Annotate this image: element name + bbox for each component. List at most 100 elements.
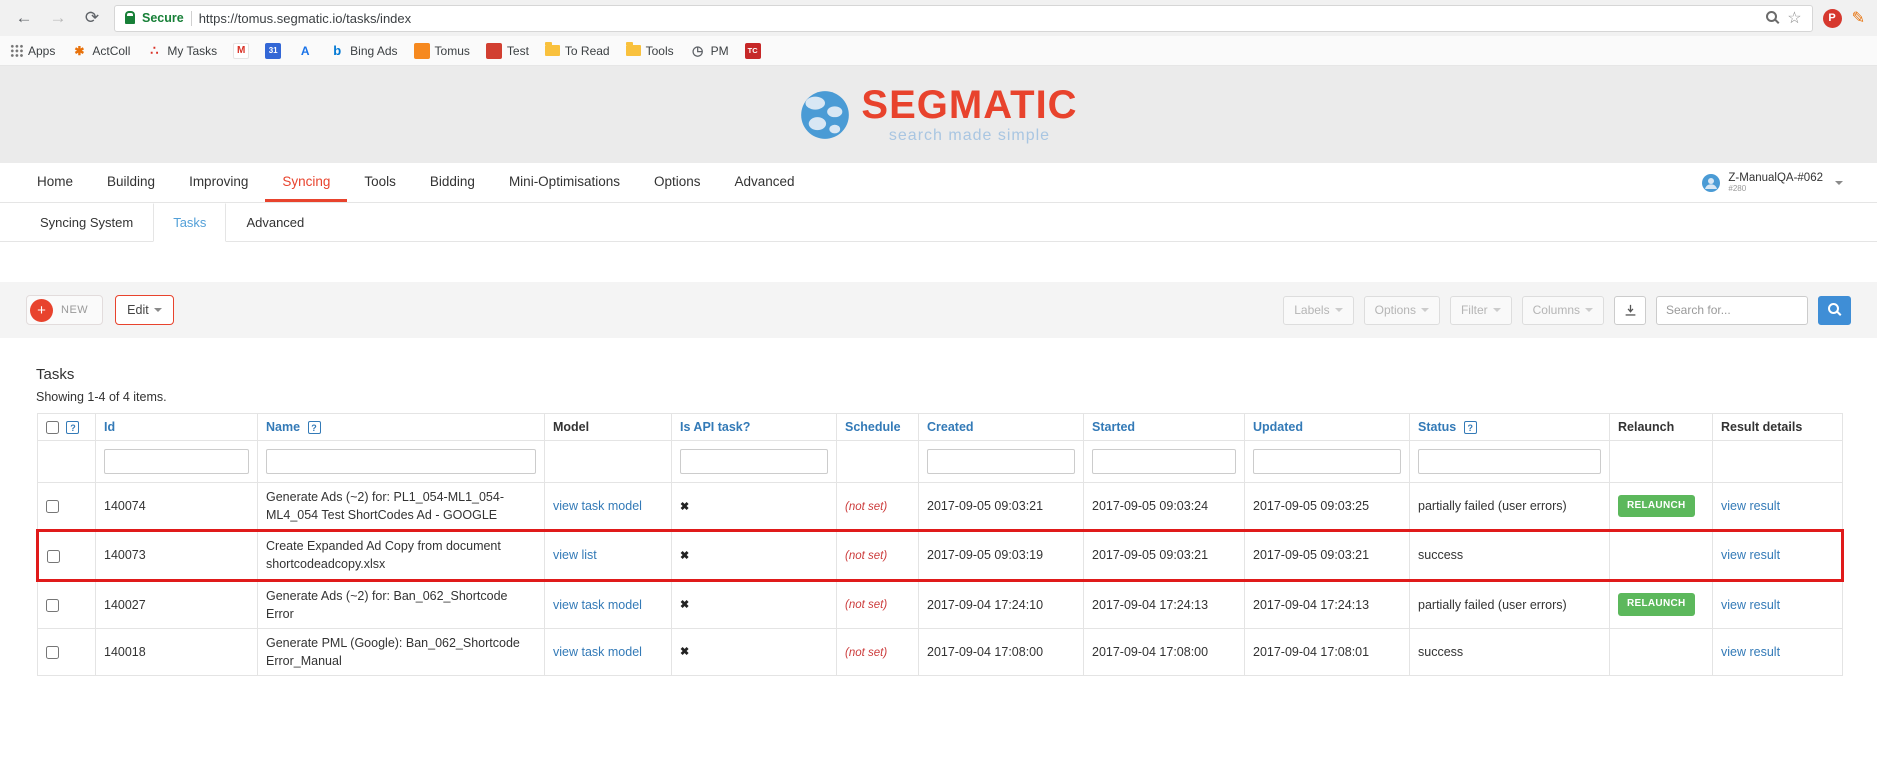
- sort-started-link[interactable]: Started: [1092, 420, 1135, 434]
- nav-item-mini-optimisations[interactable]: Mini-Optimisations: [492, 163, 637, 202]
- is-api-cell: ✖: [671, 627, 837, 677]
- filter-id-input[interactable]: [104, 449, 249, 474]
- chevron-down-icon: [1492, 308, 1501, 312]
- browser-back-icon[interactable]: ←: [12, 8, 36, 28]
- select-all-checkbox[interactable]: [46, 421, 59, 435]
- nav-item-tools[interactable]: Tools: [347, 163, 413, 202]
- bookmark-star-icon[interactable]: ☆: [1787, 8, 1801, 28]
- labels-dropdown-button[interactable]: Labels: [1283, 295, 1354, 325]
- row-checkbox[interactable]: [47, 549, 60, 563]
- extension-pencil-icon[interactable]: ✎: [1852, 8, 1865, 28]
- bookmark-to-read[interactable]: To Read: [544, 42, 610, 58]
- relaunch-button[interactable]: RELAUNCH: [1618, 494, 1695, 518]
- tc-icon: TC: [744, 42, 761, 59]
- view-result-link[interactable]: view result: [1721, 645, 1780, 659]
- filter-cell-relaunch: [1609, 440, 1713, 483]
- view-task-model-link[interactable]: view task model: [553, 499, 642, 513]
- bookmark-analytics[interactable]: A: [297, 43, 313, 59]
- filter-created-input[interactable]: [927, 449, 1075, 474]
- bookmark-test[interactable]: Test: [485, 42, 529, 59]
- sort-status-link[interactable]: Status: [1418, 420, 1456, 434]
- search-button[interactable]: [1818, 295, 1851, 325]
- nav-item-advanced[interactable]: Advanced: [718, 163, 812, 202]
- result-cell: view result: [1712, 481, 1843, 532]
- bookmark-tc[interactable]: TC: [744, 42, 761, 59]
- extension-p-icon[interactable]: P: [1822, 8, 1842, 28]
- filter-name-input[interactable]: [266, 449, 536, 474]
- sort-is-api-link[interactable]: Is API task?: [680, 420, 750, 434]
- filter-updated-input[interactable]: [1253, 449, 1401, 474]
- export-download-button[interactable]: [1614, 295, 1646, 325]
- nav-item-syncing[interactable]: Syncing: [265, 163, 348, 202]
- chevron-down-icon: [1835, 180, 1843, 185]
- filter-is-api-input[interactable]: [680, 449, 828, 474]
- bookmark-label: PM: [710, 43, 729, 58]
- nav-item-building[interactable]: Building: [90, 163, 172, 202]
- address-bar[interactable]: Secure https://tomus.segmatic.io/tasks/i…: [114, 4, 1813, 32]
- bookmark-actcoll[interactable]: ActColl: [71, 43, 130, 59]
- help-icon[interactable]: ?: [66, 421, 80, 435]
- view-list-link[interactable]: view list: [553, 548, 597, 562]
- model-cell: view list: [544, 529, 672, 582]
- filter-started-input[interactable]: [1092, 449, 1236, 474]
- sort-id-link[interactable]: Id: [104, 420, 115, 434]
- subnav-item-tasks[interactable]: Tasks: [153, 203, 227, 242]
- not-set-label: (not set): [845, 500, 888, 513]
- nav-item-options[interactable]: Options: [637, 163, 718, 202]
- filter-dropdown-button[interactable]: Filter: [1449, 295, 1512, 325]
- search-input[interactable]: [1656, 295, 1808, 325]
- filter-cell-status: [1409, 440, 1610, 483]
- user-menu[interactable]: Z-ManualQA-#062 #280: [1701, 163, 1857, 202]
- url-text[interactable]: https://tomus.segmatic.io/tasks/index: [199, 11, 411, 26]
- sort-name-link[interactable]: Name: [266, 420, 300, 434]
- nav-item-home[interactable]: Home: [20, 163, 90, 202]
- bookmark-label: Bing Ads: [350, 43, 398, 58]
- row-checkbox[interactable]: [46, 646, 59, 660]
- zoom-icon[interactable]: [1766, 11, 1780, 25]
- bookmark-apps[interactable]: Apps: [10, 44, 55, 58]
- view-task-model-link[interactable]: view task model: [553, 645, 642, 659]
- column-header-status: Status ?: [1409, 413, 1610, 441]
- bookmark-my-tasks[interactable]: My Tasks: [146, 43, 217, 59]
- sub-nav: Syncing System Tasks Advanced: [0, 203, 1877, 242]
- column-header-relaunch: Relaunch: [1609, 413, 1713, 441]
- help-icon[interactable]: ?: [307, 421, 321, 435]
- nav-item-improving[interactable]: Improving: [172, 163, 265, 202]
- bookmark-gmail[interactable]: M: [233, 42, 250, 59]
- filter-status-input[interactable]: [1418, 449, 1601, 474]
- options-dropdown-button[interactable]: Options: [1363, 295, 1440, 325]
- filter-cell-result: [1712, 440, 1843, 483]
- browser-reload-icon[interactable]: ⟳: [80, 8, 104, 28]
- nav-item-bidding[interactable]: Bidding: [413, 163, 492, 202]
- row-checkbox[interactable]: [46, 500, 59, 514]
- edit-dropdown-button[interactable]: Edit: [115, 295, 174, 325]
- task-name: Generate Ads (~2) for: PL1_054-ML1_054-M…: [257, 481, 545, 532]
- sort-created-link[interactable]: Created: [927, 420, 974, 434]
- bookmark-bing-ads[interactable]: b Bing Ads: [329, 43, 397, 59]
- new-button[interactable]: + NEW: [26, 295, 104, 325]
- bookmark-tomus[interactable]: Tomus: [413, 42, 470, 59]
- view-result-link[interactable]: view result: [1721, 598, 1780, 612]
- row-checkbox[interactable]: [46, 598, 59, 612]
- apps-grid-icon: [10, 44, 23, 57]
- bookmark-tools[interactable]: Tools: [625, 42, 674, 58]
- filter-button-label: Filter: [1460, 303, 1488, 317]
- bookmark-calendar[interactable]: 31: [265, 42, 282, 59]
- subnav-item-advanced[interactable]: Advanced: [226, 203, 324, 241]
- bookmark-pm[interactable]: PM: [690, 43, 729, 59]
- sort-schedule-link[interactable]: Schedule: [845, 420, 901, 434]
- subnav-item-syncing-system[interactable]: Syncing System: [20, 203, 153, 241]
- view-result-link[interactable]: view result: [1721, 548, 1780, 562]
- view-task-model-link[interactable]: view task model: [553, 598, 642, 612]
- sort-updated-link[interactable]: Updated: [1253, 420, 1303, 434]
- columns-dropdown-button[interactable]: Columns: [1521, 295, 1604, 325]
- segmatic-logo[interactable]: SEGMATIC search made simple: [799, 85, 1077, 145]
- column-header-created: Created: [918, 413, 1084, 441]
- help-icon[interactable]: ?: [1463, 421, 1477, 435]
- secure-lock-icon: [125, 11, 135, 24]
- column-header-result-details: Result details: [1712, 413, 1843, 441]
- view-result-link[interactable]: view result: [1721, 499, 1780, 513]
- address-divider: [190, 10, 192, 26]
- browser-forward-icon[interactable]: →: [46, 8, 70, 28]
- relaunch-button[interactable]: RELAUNCH: [1618, 593, 1695, 616]
